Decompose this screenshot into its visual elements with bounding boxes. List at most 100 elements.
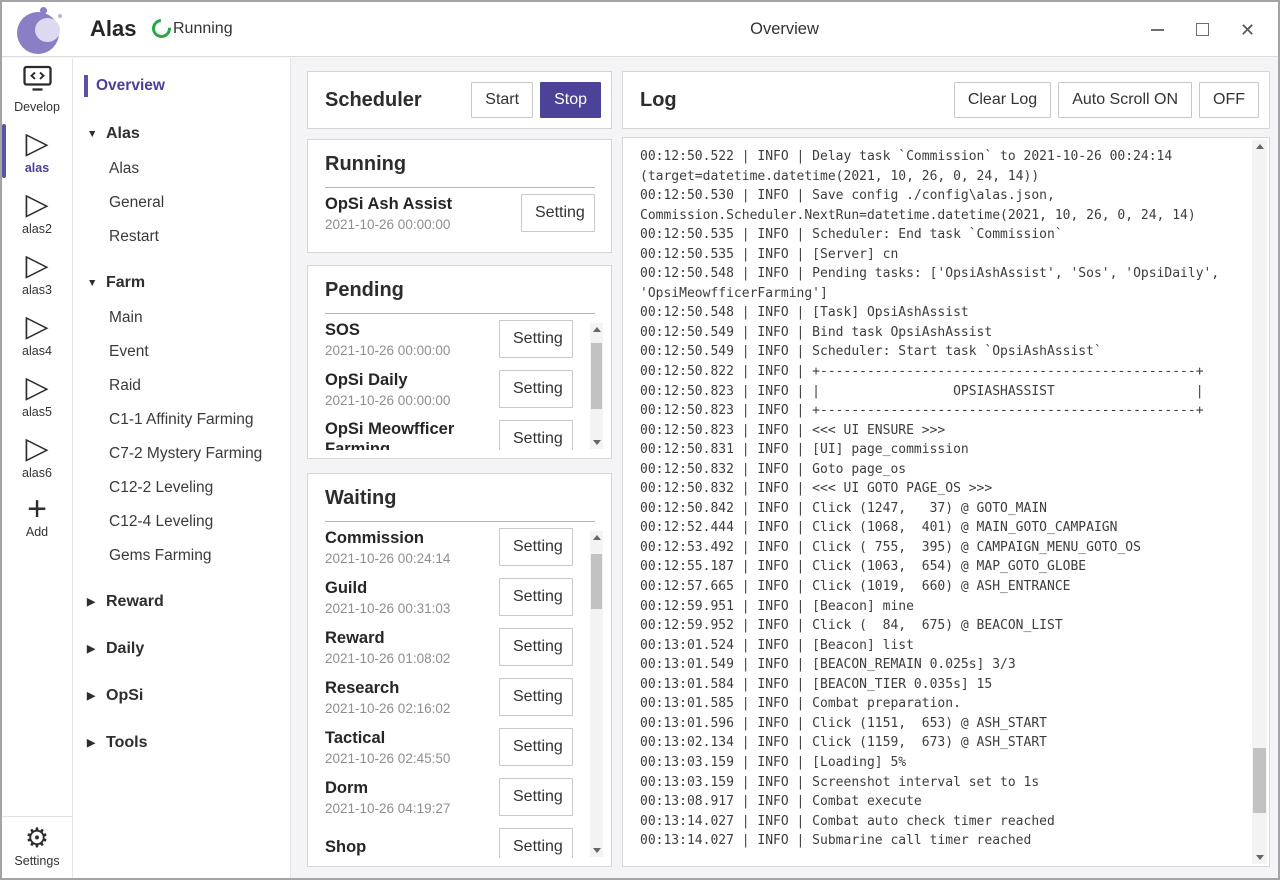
task-setting-button[interactable]: Setting — [499, 320, 573, 358]
waiting-scrollbar[interactable] — [590, 531, 603, 857]
nav-item-general[interactable]: General — [73, 192, 290, 213]
sidebar-item-develop[interactable]: Develop — [2, 58, 72, 120]
log-line: 00:12:50.535 | INFO | Scheduler: End tas… — [640, 225, 1245, 245]
log-line: 00:12:50.530 | INFO | Save config ./conf… — [640, 186, 1245, 206]
scroll-up-icon[interactable] — [590, 531, 603, 544]
scrollbar-thumb[interactable] — [591, 554, 602, 609]
nav-item-overview[interactable]: Overview — [73, 74, 290, 98]
pending-scrollbar[interactable] — [590, 323, 603, 449]
maximize-button[interactable] — [1180, 10, 1225, 50]
nav-section-label: Tools — [106, 734, 147, 751]
task-setting-button[interactable]: Setting — [521, 194, 595, 232]
autoscroll-off-button[interactable]: OFF — [1199, 82, 1259, 118]
log-line: 00:13:03.159 | INFO | [Loading] 5% — [640, 753, 1245, 773]
log-line: 00:12:59.951 | INFO | [Beacon] mine — [640, 597, 1245, 617]
sidebar-item-label: alas6 — [22, 466, 52, 480]
scroll-up-icon[interactable] — [1252, 140, 1267, 153]
log-line: 00:12:53.492 | INFO | Click ( 755, 395) … — [640, 538, 1245, 558]
task-row: Commission2021-10-26 00:24:14Setting — [325, 522, 595, 572]
nav-item-event[interactable]: Event — [73, 341, 290, 362]
task-setting-button[interactable]: Setting — [499, 578, 573, 616]
nav-item-c1-1-affinity-farming[interactable]: C1-1 Affinity Farming — [73, 409, 290, 430]
maximize-icon — [1196, 23, 1209, 36]
nav-section-opsi[interactable]: ▶OpSi — [73, 685, 290, 707]
clear-log-button[interactable]: Clear Log — [954, 82, 1051, 118]
task-setting-button[interactable]: Setting — [499, 828, 573, 858]
play-icon: ▷ — [25, 189, 48, 221]
plus-icon: + — [27, 494, 47, 524]
sidebar-item-add[interactable]: +Add — [2, 487, 72, 545]
log-output: 00:12:50.522 | INFO | Delay task `Commis… — [622, 137, 1270, 867]
nav-section-farm[interactable]: ▼Farm — [73, 272, 290, 294]
task-setting-button[interactable]: Setting — [499, 678, 573, 716]
task-setting-button[interactable]: Setting — [499, 370, 573, 408]
log-line: 00:12:50.832 | INFO | <<< UI GOTO PAGE_O… — [640, 479, 1245, 499]
scroll-down-icon[interactable] — [590, 436, 603, 449]
sidebar-item-alas[interactable]: ▷alas — [2, 121, 72, 181]
log-line: 00:12:50.549 | INFO | Bind task OpsiAshA… — [640, 323, 1245, 343]
nav-item-c12-2-leveling[interactable]: C12-2 Leveling — [73, 477, 290, 498]
task-setting-button[interactable]: Setting — [499, 778, 573, 816]
task-name: OpSi Meowfficer Farming — [325, 419, 493, 450]
task-setting-button[interactable]: Setting — [499, 528, 573, 566]
task-info: Tactical2021-10-26 02:45:50 — [325, 728, 499, 766]
nav-section-reward[interactable]: ▶Reward — [73, 591, 290, 613]
alas-logo-icon — [15, 5, 65, 55]
sidebar-item-label: Develop — [14, 100, 60, 114]
sidebar-item-alas4[interactable]: ▷alas4 — [2, 304, 72, 364]
play-icon: ▷ — [25, 372, 48, 404]
nav-section-tools[interactable]: ▶Tools — [73, 732, 290, 754]
nav-section-label: OpSi — [106, 687, 143, 704]
running-title: Running — [325, 153, 595, 188]
sidebar-item-settings[interactable]: ⚙ Settings — [2, 816, 72, 878]
nav-item-alas[interactable]: Alas — [73, 158, 290, 179]
task-row: Tactical2021-10-26 02:45:50Setting — [325, 722, 595, 772]
log-line: 00:12:52.444 | INFO | Click (1068, 401) … — [640, 518, 1245, 538]
nav-item-main[interactable]: Main — [73, 307, 290, 328]
task-info: SOS 2021-10-26 00:00:00 — [325, 320, 499, 358]
nav-item-restart[interactable]: Restart — [73, 226, 290, 247]
scroll-up-icon[interactable] — [590, 323, 603, 336]
nav-section-label: Farm — [106, 274, 145, 291]
log-line: 00:12:50.842 | INFO | Click (1247, 37) @… — [640, 499, 1245, 519]
task-row: Research2021-10-26 02:16:02Setting — [325, 672, 595, 722]
page-title: Overview — [291, 20, 1278, 39]
sidebar-item-alas5[interactable]: ▷alas5 — [2, 365, 72, 425]
task-info: Shop — [325, 837, 499, 857]
sidebar-item-label: alas5 — [22, 405, 52, 419]
task-setting-button[interactable]: Setting — [499, 728, 573, 766]
scroll-down-icon[interactable] — [590, 844, 603, 857]
log-scrollbar[interactable] — [1252, 140, 1267, 864]
task-setting-button[interactable]: Setting — [499, 420, 573, 450]
nav-section-alas[interactable]: ▼Alas — [73, 123, 290, 145]
scheduler-panel: Scheduler Start Stop — [307, 71, 612, 129]
nav-item-c7-2-mystery-farming[interactable]: C7-2 Mystery Farming — [73, 443, 290, 464]
task-next-run-time: 2021-10-26 01:08:02 — [325, 651, 493, 666]
close-button[interactable]: ✕ — [1225, 10, 1270, 50]
sidebar-item-alas2[interactable]: ▷alas2 — [2, 182, 72, 242]
nav-item-c12-4-leveling[interactable]: C12-4 Leveling — [73, 511, 290, 532]
scroll-down-icon[interactable] — [1252, 851, 1267, 864]
task-name: SOS — [325, 320, 493, 340]
stop-button[interactable]: Stop — [540, 82, 601, 118]
task-setting-button[interactable]: Setting — [499, 628, 573, 666]
minimize-button[interactable] — [1135, 10, 1180, 50]
log-line: 00:12:50.548 | INFO | Pending tasks: ['O… — [640, 264, 1245, 284]
nav-item-gems-farming[interactable]: Gems Farming — [73, 545, 290, 566]
nav-section-daily[interactable]: ▶Daily — [73, 638, 290, 660]
log-line: 00:12:50.831 | INFO | [UI] page_commissi… — [640, 440, 1245, 460]
task-row: Dorm2021-10-26 04:19:27Setting — [325, 772, 595, 822]
task-info: Commission2021-10-26 00:24:14 — [325, 528, 499, 566]
autoscroll-on-button[interactable]: Auto Scroll ON — [1058, 82, 1192, 118]
nav-item-raid[interactable]: Raid — [73, 375, 290, 396]
scrollbar-thumb[interactable] — [591, 343, 602, 409]
scrollbar-thumb[interactable] — [1253, 748, 1266, 813]
start-button[interactable]: Start — [471, 82, 533, 118]
develop-monitor-icon — [22, 65, 53, 99]
sidebar-item-label: alas3 — [22, 283, 52, 297]
sidebar-item-alas6[interactable]: ▷alas6 — [2, 426, 72, 486]
status-label: Running — [173, 20, 233, 38]
sidebar-item-alas3[interactable]: ▷alas3 — [2, 243, 72, 303]
chevron-right-icon: ▶ — [87, 732, 106, 754]
task-next-run-time: 2021-10-26 00:00:00 — [325, 343, 493, 358]
